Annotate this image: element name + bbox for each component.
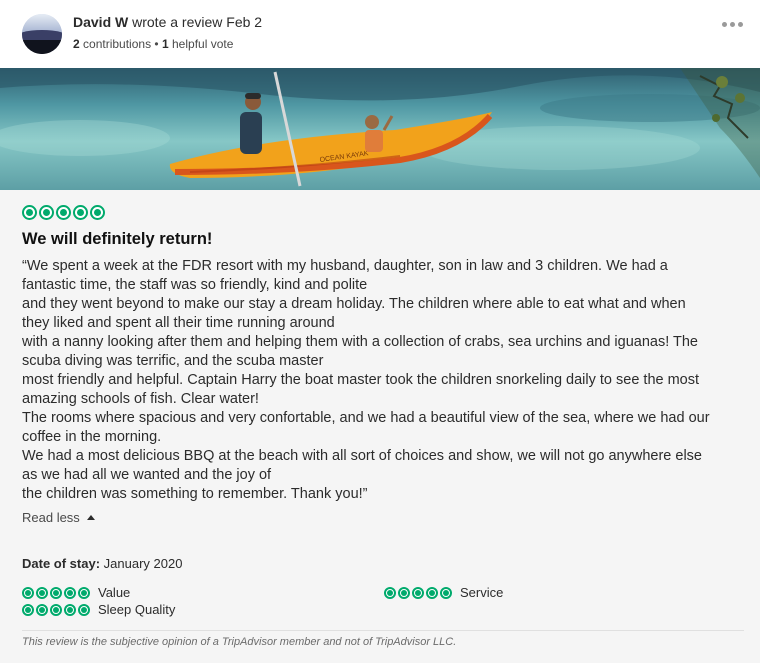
stats-separator: • [154, 37, 159, 51]
date-of-stay-label: Date of stay: [22, 556, 101, 571]
rating-bubble-icon [50, 586, 62, 599]
rating-bubble-icon [78, 586, 90, 599]
rating-bubble-icon [36, 603, 48, 616]
review-text-line: We had a most delicious BBQ at the beach… [22, 448, 702, 464]
read-less-label: Read less [22, 510, 80, 525]
read-less-button[interactable]: Read less [22, 510, 95, 525]
review-body: We will definitely return! “We spent a w… [0, 190, 760, 663]
rating-bubble-icon [22, 586, 34, 599]
review-text-line: as we had all we wanted and the joy of [22, 467, 272, 483]
review-text-line: they liked and spent all their time runn… [22, 315, 335, 331]
overall-rating [22, 205, 105, 220]
helpful-votes-count: 1 [161, 37, 169, 51]
rating-bubble-icon [50, 603, 62, 616]
rating-bubble-icon [22, 603, 34, 616]
rating-bubble-icon [412, 586, 424, 599]
rating-bubble-icon [426, 586, 438, 599]
review-text-line: “We spent a week at the FDR resort with … [22, 258, 668, 274]
review-text: “We spent a week at the FDR resort with … [22, 257, 744, 504]
rating-bubble-icon [36, 586, 48, 599]
reviewer-stats: 2 contributions • 1 helpful vote [73, 37, 233, 51]
rating-bubble-icon [64, 586, 76, 599]
rating-bubble-icon [73, 205, 88, 220]
review-text-line: fantastic time, the staff was so friendl… [22, 277, 368, 293]
review-text-line: The rooms where spacious and very confor… [22, 410, 710, 426]
rating-bubble-icon [78, 603, 90, 616]
more-options-icon[interactable] [722, 17, 746, 31]
rating-bubble-icon [39, 205, 54, 220]
contributions-label: contributions [83, 37, 152, 51]
date-of-stay-value: January 2020 [103, 556, 183, 571]
sub-rating-label: Sleep Quality [98, 602, 176, 617]
review-text-line: the children was something to remember. … [22, 486, 368, 502]
rating-bubble-icon [440, 586, 452, 599]
reviewer-line: David W wrote a review Feb 2 [73, 14, 262, 30]
contributions-count: 2 [73, 37, 80, 51]
rating-bubble-icon [22, 205, 37, 220]
rating-bubble-icon [56, 205, 71, 220]
disclaimer: This review is the subjective opinion of… [22, 636, 457, 648]
rating-bubble-icon [64, 603, 76, 616]
review-title[interactable]: We will definitely return! [22, 230, 212, 249]
sub-rating-value: Value [22, 585, 130, 600]
date-of-stay: Date of stay: January 2020 [22, 556, 182, 571]
sub-rating-label: Service [460, 585, 504, 600]
review-text-line: with a nanny looking after them and help… [22, 334, 698, 350]
review-text-line: amazing schools of fish. Clear water! [22, 391, 259, 407]
rating-bubble-icon [398, 586, 410, 599]
sub-rating-label: Value [98, 585, 131, 600]
review-text-line: and they went beyond to make our stay a … [22, 296, 686, 312]
rating-bubble-icon [90, 205, 105, 220]
divider [22, 630, 744, 631]
review-text-line: coffee in the morning. [22, 429, 162, 445]
review-photo[interactable]: OCEAN KAYAK [0, 68, 760, 190]
rating-bubble-icon [384, 586, 396, 599]
review-header: David W wrote a review Feb 2 2 contribut… [0, 0, 760, 68]
sub-rating-service: Service [384, 585, 503, 600]
sub-rating-sleep-quality: Sleep Quality [22, 602, 175, 617]
avatar[interactable] [22, 14, 62, 54]
reviewer-name[interactable]: David W [73, 14, 128, 30]
review-text-line: scuba diving was terrific, and the scuba… [22, 353, 324, 369]
caret-up-icon [86, 515, 95, 520]
review-text-line: most friendly and helpful. Captain Harry… [22, 372, 700, 388]
helpful-votes-label: helpful vote [172, 37, 234, 51]
review-action: wrote a review Feb 2 [132, 14, 263, 30]
